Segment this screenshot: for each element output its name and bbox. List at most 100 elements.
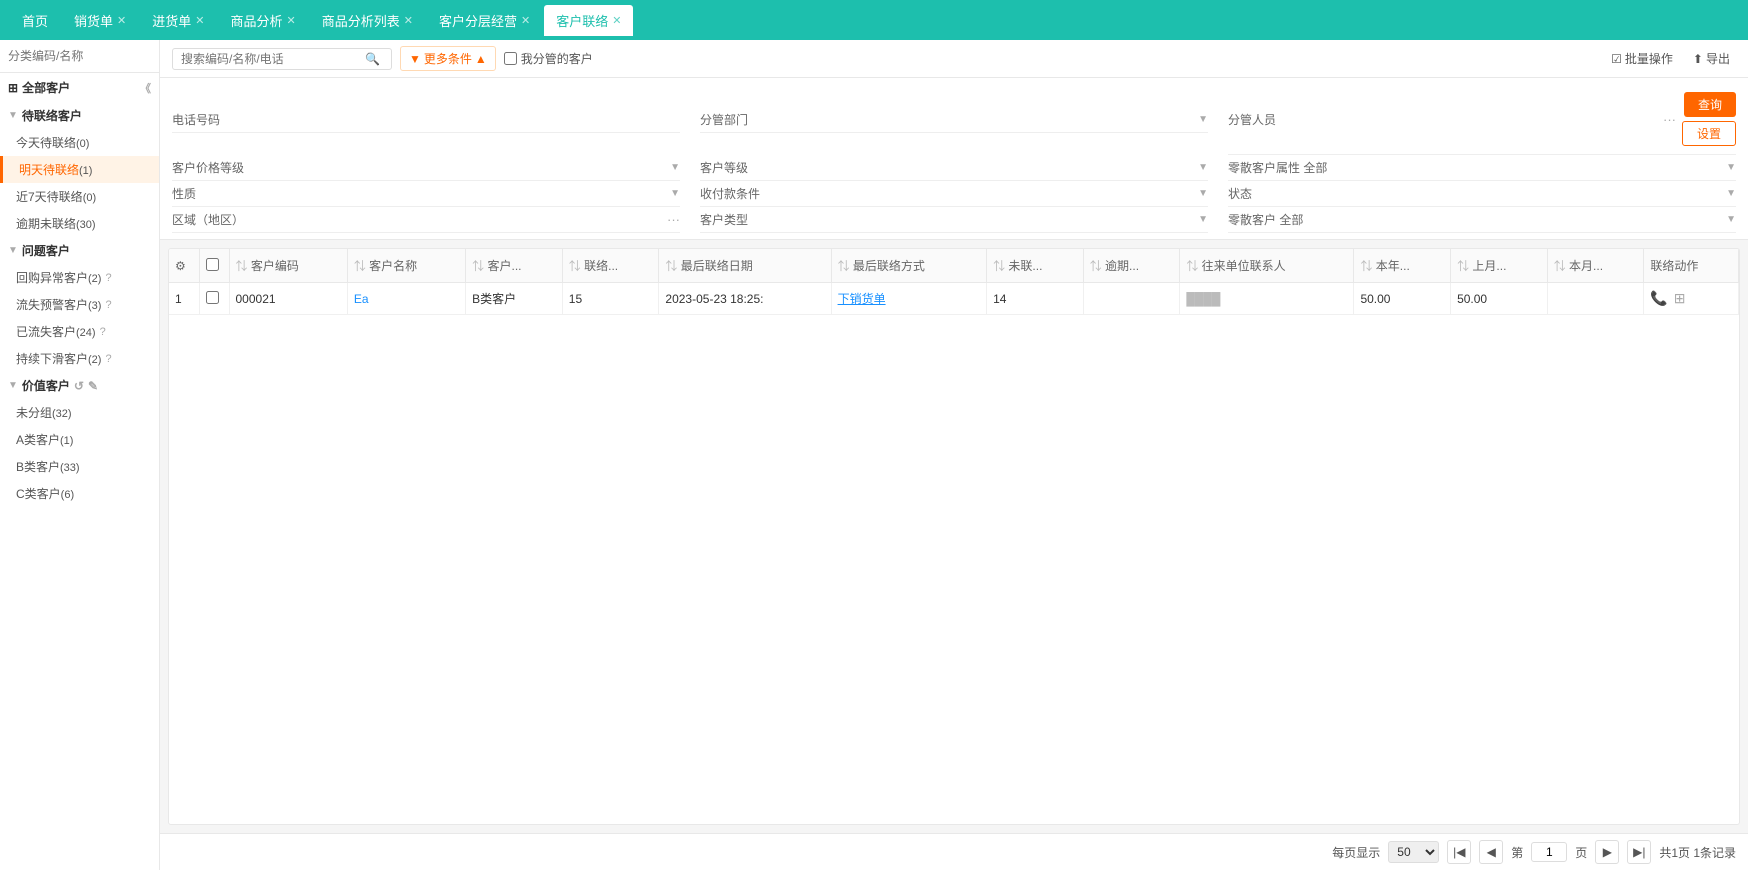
- th-last-contact-method[interactable]: ⇅ 最后联络方式: [831, 249, 987, 283]
- th-contact-count[interactable]: ⇅ 联络...: [562, 249, 659, 283]
- help-icon-declining[interactable]: ?: [105, 353, 111, 365]
- th-last-month[interactable]: ⇅ 上月...: [1451, 249, 1548, 283]
- filter-department-select[interactable]: ▼: [776, 114, 1208, 125]
- sidebar-all-customers[interactable]: ⊞ 全部客户 《: [0, 73, 159, 102]
- main-layout: 🔍 ⊞ 全部客户 《 ▼ 待联络客户 今天待联络(0) 明天待联络(1) 近7天…: [0, 40, 1748, 870]
- sidebar-item-churn-warning[interactable]: 流失预警客户(3) ?: [0, 291, 159, 318]
- sidebar-item-churned[interactable]: 已流失客户(24) ?: [0, 318, 159, 345]
- sidebar-item-repurchase-abnormal[interactable]: 回购异常客户(2) ?: [0, 264, 159, 291]
- table-footer: 每页显示 50 100 200 |◀ ◀ 第 页 ▶ ▶| 共1页 1条记录: [160, 833, 1748, 870]
- sidebar-item-class-a[interactable]: A类客户(1): [0, 426, 159, 453]
- sidebar-item-tomorrow-label: 明天待联络(1): [19, 161, 92, 178]
- nav-product-analysis-list-close-icon[interactable]: ✕: [404, 14, 413, 27]
- sidebar-item-tomorrow[interactable]: 明天待联络(1): [0, 156, 159, 183]
- nav-product-analysis-list[interactable]: 商品分析列表 ✕: [310, 5, 425, 36]
- page-input[interactable]: [1531, 842, 1567, 862]
- sidebar-item-class-b[interactable]: B类客户(33): [0, 453, 159, 480]
- sidebar-item-ungrouped[interactable]: 未分组(32): [0, 399, 159, 426]
- filter-payment-label: 收付款条件: [700, 185, 770, 202]
- sidebar-item-class-c-label: C类客户(6): [16, 485, 74, 502]
- filter-customer-type-select[interactable]: ▼: [776, 214, 1208, 225]
- sidebar-item-7days[interactable]: 近7天待联络(0): [0, 183, 159, 210]
- help-icon-repurchase[interactable]: ?: [105, 272, 111, 284]
- filter-retail-customer: 零散客户 全部 ▼: [1228, 207, 1736, 233]
- filter-person-dots[interactable]: ···: [1663, 112, 1676, 127]
- phone-action-icon[interactable]: 📞: [1650, 290, 1667, 307]
- help-icon-churn-warning[interactable]: ?: [105, 299, 111, 311]
- nav-customer-contact-close-icon[interactable]: ✕: [612, 14, 621, 27]
- collapse-icon[interactable]: 《: [140, 80, 151, 96]
- grid-action-icon[interactable]: ⊞: [1674, 290, 1686, 307]
- sidebar-group-pending[interactable]: ▼ 待联络客户: [0, 102, 159, 129]
- td-last-contact-method[interactable]: 下销货单: [831, 283, 987, 315]
- filter-status-select[interactable]: ▼: [1304, 188, 1736, 199]
- nav-sales[interactable]: 销货单 ✕: [62, 5, 138, 36]
- sidebar-group-value[interactable]: ▼ 价值客户 ↺ ✎: [0, 372, 159, 399]
- th-customer-code[interactable]: ⇅ 客户编码: [229, 249, 347, 283]
- sidebar-group-problem[interactable]: ▼ 问题客户: [0, 237, 159, 264]
- more-filter-button[interactable]: ▼ 更多条件 ▲: [400, 46, 496, 71]
- export-label: 导出: [1706, 50, 1730, 67]
- filter-retail-attr-select[interactable]: ▼: [1333, 162, 1736, 173]
- nav-sales-close-icon[interactable]: ✕: [117, 14, 126, 27]
- nav-product-analysis-close-icon[interactable]: ✕: [287, 14, 296, 27]
- search-input[interactable]: [181, 52, 361, 66]
- sidebar-item-class-c[interactable]: C类客户(6): [0, 480, 159, 507]
- nav-home[interactable]: 首页: [10, 5, 60, 36]
- filter-customer-type: 客户类型 ▼: [700, 207, 1208, 233]
- help-icon-churned[interactable]: ?: [100, 326, 106, 338]
- th-this-month[interactable]: ⇅ 本月...: [1547, 249, 1644, 283]
- nav-product-analysis[interactable]: 商品分析 ✕: [218, 5, 307, 36]
- my-customer-checkbox[interactable]: [504, 52, 517, 65]
- th-last-contact-date[interactable]: ⇅ 最后联络日期: [659, 249, 831, 283]
- prev-page-button[interactable]: ◀: [1479, 840, 1503, 864]
- batch-operation-button[interactable]: ☑ 批量操作: [1605, 47, 1679, 70]
- nav-customer-contact[interactable]: 客户联络 ✕: [544, 5, 633, 36]
- last-page-button[interactable]: ▶|: [1627, 840, 1651, 864]
- nav-purchase[interactable]: 进货单 ✕: [140, 5, 216, 36]
- nav-customer-layer[interactable]: 客户分层经营 ✕: [427, 5, 542, 36]
- th-customer-type[interactable]: ⇅ 客户...: [466, 249, 563, 283]
- nav-customer-layer-close-icon[interactable]: ✕: [521, 14, 530, 27]
- filter-region-dots[interactable]: ···: [667, 212, 680, 227]
- first-page-button[interactable]: |◀: [1447, 840, 1471, 864]
- per-page-select[interactable]: 50 100 200: [1388, 841, 1439, 863]
- sidebar-search-input[interactable]: [8, 49, 160, 63]
- row-checkbox[interactable]: [206, 291, 219, 304]
- sidebar-item-declining[interactable]: 持续下滑客户(2) ?: [0, 345, 159, 372]
- next-page-button[interactable]: ▶: [1595, 840, 1619, 864]
- th-settings[interactable]: ⚙: [169, 249, 199, 283]
- filter-retail-customer-select[interactable]: ▼: [1309, 214, 1736, 225]
- filter-nature-select[interactable]: ▼: [248, 188, 680, 199]
- set-button[interactable]: 设置: [1682, 121, 1736, 146]
- my-customer-checkbox-wrap[interactable]: 我分管的客户: [504, 50, 593, 67]
- refresh-icon[interactable]: ↺: [74, 379, 84, 393]
- td-customer-name[interactable]: Ea: [347, 283, 465, 315]
- search-button-icon[interactable]: 🔍: [365, 52, 380, 66]
- query-button[interactable]: 查询: [1684, 92, 1736, 117]
- th-unlisted[interactable]: ⇅ 未联...: [987, 249, 1084, 283]
- filter-department-arrow-icon: ▼: [1198, 114, 1208, 125]
- my-customer-label: 我分管的客户: [521, 50, 593, 67]
- export-button[interactable]: ⬆ 导出: [1687, 47, 1736, 70]
- tri-icon-problem: ▼: [8, 245, 18, 256]
- nav-purchase-close-icon[interactable]: ✕: [195, 14, 204, 27]
- sidebar-item-overdue[interactable]: 逾期未联络(30): [0, 210, 159, 237]
- select-all-checkbox[interactable]: [206, 258, 219, 271]
- th-customer-name[interactable]: ⇅ 客户名称: [347, 249, 465, 283]
- edit-icon[interactable]: ✎: [88, 379, 98, 393]
- td-overdue: [1083, 283, 1180, 315]
- sidebar-item-today[interactable]: 今天待联络(0): [0, 129, 159, 156]
- th-this-year[interactable]: ⇅ 本年...: [1354, 249, 1451, 283]
- td-last-contact-date: 2023-05-23 18:25:: [659, 283, 831, 315]
- filter-customer-level-select[interactable]: ▼: [776, 162, 1208, 173]
- filter-person: 分管人员 ··· 查询 设置: [1228, 84, 1736, 155]
- filter-person-label: 分管人员: [1228, 111, 1298, 128]
- th-overdue[interactable]: ⇅ 逾期...: [1083, 249, 1180, 283]
- td-customer-type: B类客户: [466, 283, 563, 315]
- filter-phone-input[interactable]: [248, 112, 680, 126]
- filter-price-level-select[interactable]: ▼: [250, 162, 680, 173]
- th-contact-person[interactable]: ⇅ 往来单位联系人: [1180, 249, 1354, 283]
- filter-payment-select[interactable]: ▼: [776, 188, 1208, 199]
- filter-price-level: 客户价格等级 ▼: [172, 155, 680, 181]
